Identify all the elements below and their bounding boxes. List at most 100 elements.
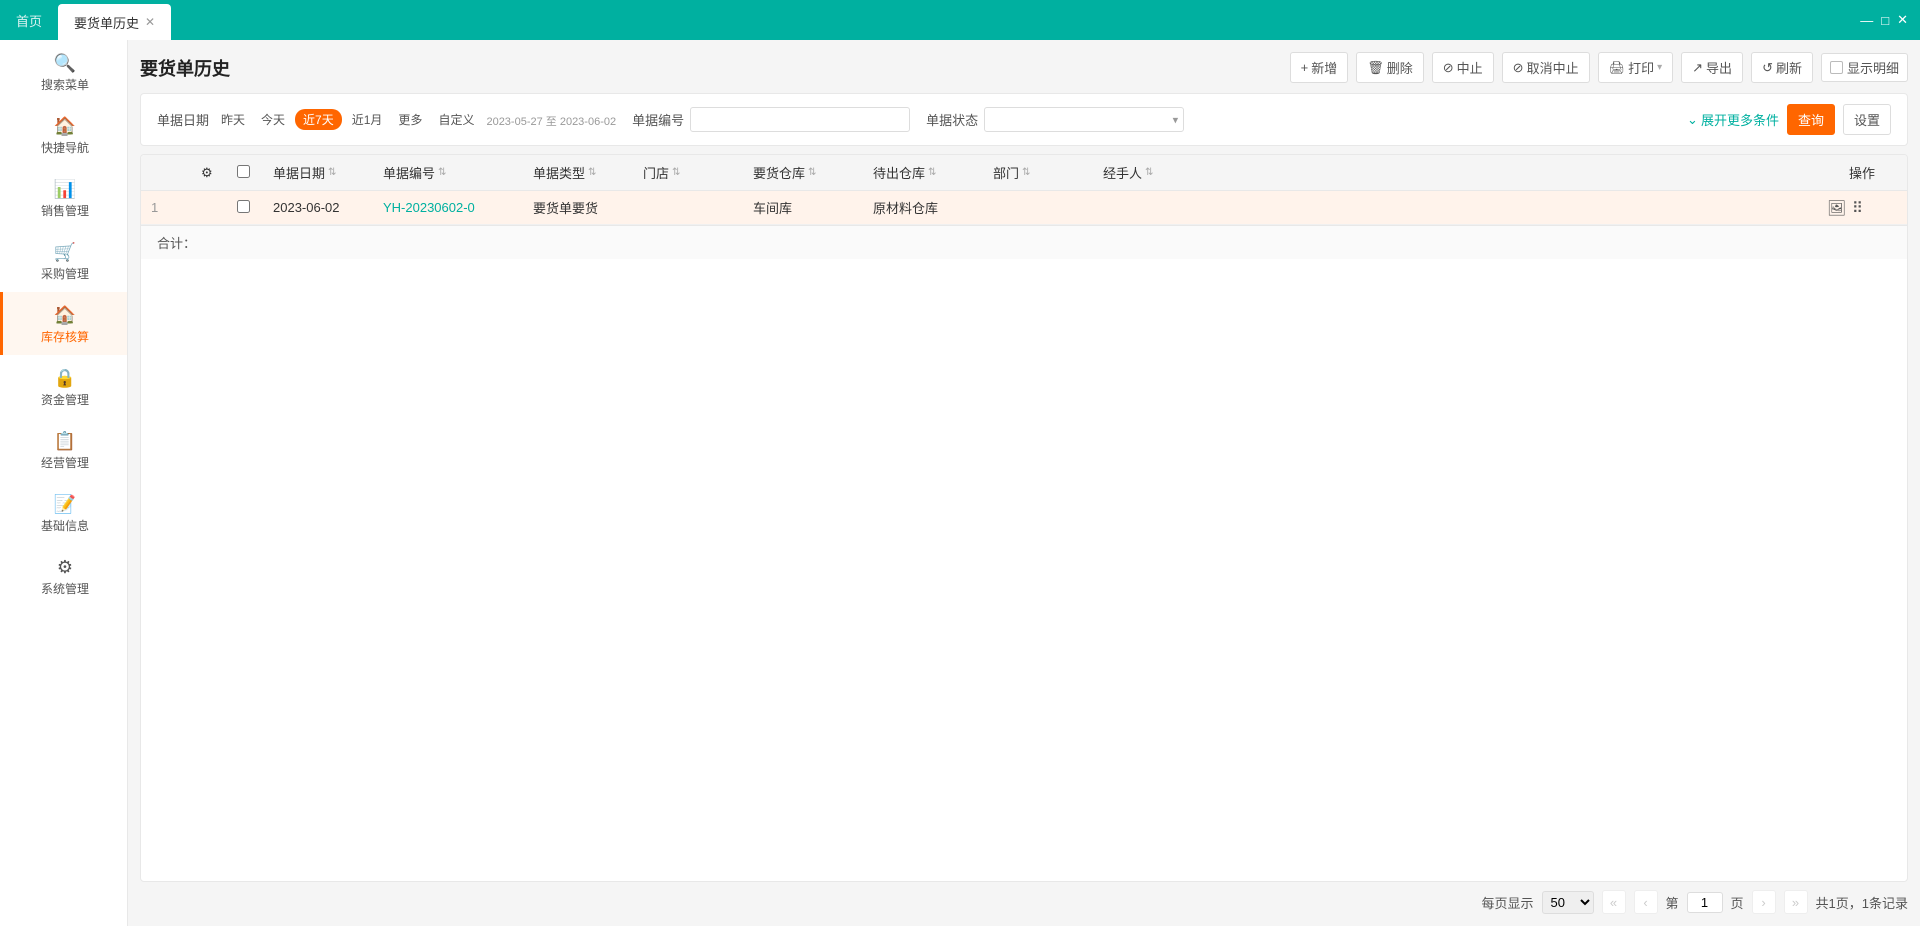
col-code-header[interactable]: 单据编号 ⇅	[373, 155, 523, 191]
tab-home-label: 首页	[16, 11, 42, 30]
col-num-header	[141, 155, 191, 191]
minimize-icon[interactable]: —	[1860, 13, 1873, 28]
row-code-link[interactable]: YH-20230602-0	[383, 200, 475, 215]
operations-icon: 📋	[54, 432, 76, 450]
cancel-stop-label: 取消中止	[1527, 58, 1579, 77]
date-btn-more[interactable]: 更多	[392, 109, 428, 130]
expand-label: 展开更多条件	[1701, 110, 1779, 129]
row-dept	[983, 191, 1093, 225]
col-pending-header[interactable]: 待出仓库 ⇅	[863, 155, 983, 191]
sidebar-item-finance-label: 资金管理	[41, 391, 89, 408]
per-page-select[interactable]: 20 50 100	[1542, 891, 1594, 914]
col-settings-header[interactable]: ⚙	[191, 155, 227, 191]
sidebar-item-sales[interactable]: 📊 销售管理	[0, 166, 127, 229]
sidebar-item-basic-info[interactable]: 📝 基础信息	[0, 481, 127, 544]
settings-label: 设置	[1854, 110, 1880, 129]
export-button[interactable]: ↗ 导出	[1681, 52, 1743, 83]
window-controls: — □ ✕	[1860, 12, 1920, 28]
col-dept-header[interactable]: 部门 ⇅	[983, 155, 1093, 191]
cancel-stop-button[interactable]: ⊘ 取消中止	[1502, 52, 1590, 83]
sidebar-item-system[interactable]: ⚙ 系统管理	[0, 544, 127, 607]
search-menu-icon: 🔍	[54, 54, 76, 72]
add-label: 新增	[1311, 58, 1337, 77]
date-btn-custom[interactable]: 自定义	[432, 109, 480, 130]
show-cells-label: 显示明细	[1847, 58, 1899, 77]
row-view-icon[interactable]: 🖼	[1827, 199, 1846, 217]
expand-conditions-btn[interactable]: ⌄ 展开更多条件	[1687, 110, 1779, 129]
sidebar-item-purchase[interactable]: 🛒 采购管理	[0, 229, 127, 292]
col-handler-label: 经手人	[1103, 163, 1142, 182]
export-icon: ↗	[1692, 60, 1703, 76]
col-store-header[interactable]: 门店 ⇅	[633, 155, 743, 191]
delete-button[interactable]: 🗑 删除	[1356, 52, 1424, 83]
col-check-header[interactable]	[227, 155, 263, 191]
row-handler	[1093, 191, 1213, 225]
date-range-text: 2023-05-27 至 2023-06-02	[486, 113, 616, 129]
maximize-icon[interactable]: □	[1881, 13, 1889, 28]
status-select[interactable]	[984, 107, 1184, 132]
refresh-button[interactable]: ↺ 刷新	[1751, 52, 1813, 83]
query-button[interactable]: 查询	[1787, 104, 1835, 135]
row-store	[633, 191, 743, 225]
last-page-btn[interactable]: »	[1784, 890, 1808, 914]
row-date: 2023-06-02	[263, 191, 373, 225]
col-code-label: 单据编号	[383, 163, 435, 182]
filter-actions: ⌄ 展开更多条件 查询 设置	[1687, 104, 1891, 135]
sidebar-item-sales-label: 销售管理	[41, 202, 89, 219]
col-operation-header: 操作	[1817, 155, 1907, 191]
table-header: ⚙ 单据日期 ⇅ 单据编号	[141, 155, 1907, 191]
row-more-icon[interactable]: ⠿	[1852, 199, 1863, 217]
row-check[interactable]	[227, 191, 263, 225]
warehouse-sort-icon: ⇅	[808, 167, 816, 178]
main-layout: 🔍 搜索菜单 🏠 快捷导航 📊 销售管理 🛒 采购管理 🏠 库存核算 🔒 资金管…	[0, 40, 1920, 926]
col-date-header[interactable]: 单据日期 ⇅	[263, 155, 373, 191]
doc-number-input[interactable]	[690, 107, 910, 132]
sidebar-item-quick-nav[interactable]: 🏠 快捷导航	[0, 103, 127, 166]
add-button[interactable]: + 新增	[1290, 52, 1349, 83]
col-warehouse-header[interactable]: 要货仓库 ⇅	[743, 155, 863, 191]
col-warehouse-label: 要货仓库	[753, 163, 805, 182]
select-all-checkbox[interactable]	[237, 165, 250, 178]
sidebar-item-search-menu[interactable]: 🔍 搜索菜单	[0, 40, 127, 103]
col-type-header[interactable]: 单据类型 ⇅	[523, 155, 633, 191]
first-page-btn[interactable]: «	[1602, 890, 1626, 914]
row-pending-wh: 原材料仓库	[863, 191, 983, 225]
print-dropdown-icon: ▾	[1657, 62, 1662, 73]
prev-page-btn[interactable]: ‹	[1634, 890, 1658, 914]
date-btn-today[interactable]: 今天	[255, 109, 291, 130]
date-btn-1month[interactable]: 近1月	[346, 109, 389, 130]
col-handler-header[interactable]: 经手人 ⇅	[1093, 155, 1213, 191]
dept-sort-icon: ⇅	[1022, 167, 1030, 178]
cancel-stop-icon: ⊘	[1513, 60, 1524, 76]
tab-home[interactable]: 首页	[0, 0, 58, 40]
print-button[interactable]: 🖨 打印 ▾	[1598, 52, 1674, 83]
settings-button[interactable]: 设置	[1843, 104, 1891, 135]
tab-requisition-history[interactable]: 要货单历史 ✕	[58, 4, 171, 40]
status-select-wrap	[984, 107, 1184, 132]
close-tab-icon[interactable]: ✕	[145, 15, 155, 29]
sidebar-item-operations[interactable]: 📋 经营管理	[0, 418, 127, 481]
row-checkbox[interactable]	[237, 200, 250, 213]
sidebar-item-inventory[interactable]: 🏠 库存核算	[0, 292, 127, 355]
close-icon[interactable]: ✕	[1897, 12, 1908, 28]
top-bar: 首页 要货单历史 ✕ — □ ✕	[0, 0, 1920, 40]
date-filter-group: 单据日期 昨天 今天 近7天 近1月 更多 自定义 2023-05-27 至 2…	[157, 109, 616, 130]
export-label: 导出	[1706, 58, 1732, 77]
row-actions: 🖼 ⠿	[1817, 191, 1907, 225]
sidebar-item-operations-label: 经营管理	[41, 454, 89, 471]
date-btn-7days[interactable]: 近7天	[295, 109, 342, 130]
sidebar-item-finance[interactable]: 🔒 资金管理	[0, 355, 127, 418]
page-number-input[interactable]	[1687, 892, 1723, 913]
quick-nav-icon: 🏠	[54, 117, 76, 135]
next-page-btn[interactable]: ›	[1752, 890, 1776, 914]
date-btn-yesterday[interactable]: 昨天	[215, 109, 251, 130]
prev-page-icon: ‹	[1643, 895, 1647, 910]
show-cells-button[interactable]: 显示明细	[1821, 53, 1908, 82]
sales-icon: 📊	[54, 180, 76, 198]
row-code[interactable]: YH-20230602-0	[373, 191, 523, 225]
store-sort-icon: ⇅	[672, 167, 680, 178]
stop-label: 中止	[1457, 58, 1483, 77]
col-date-label: 单据日期	[273, 163, 325, 182]
date-sort-icon: ⇅	[328, 167, 336, 178]
stop-button[interactable]: ⊘ 中止	[1432, 52, 1494, 83]
